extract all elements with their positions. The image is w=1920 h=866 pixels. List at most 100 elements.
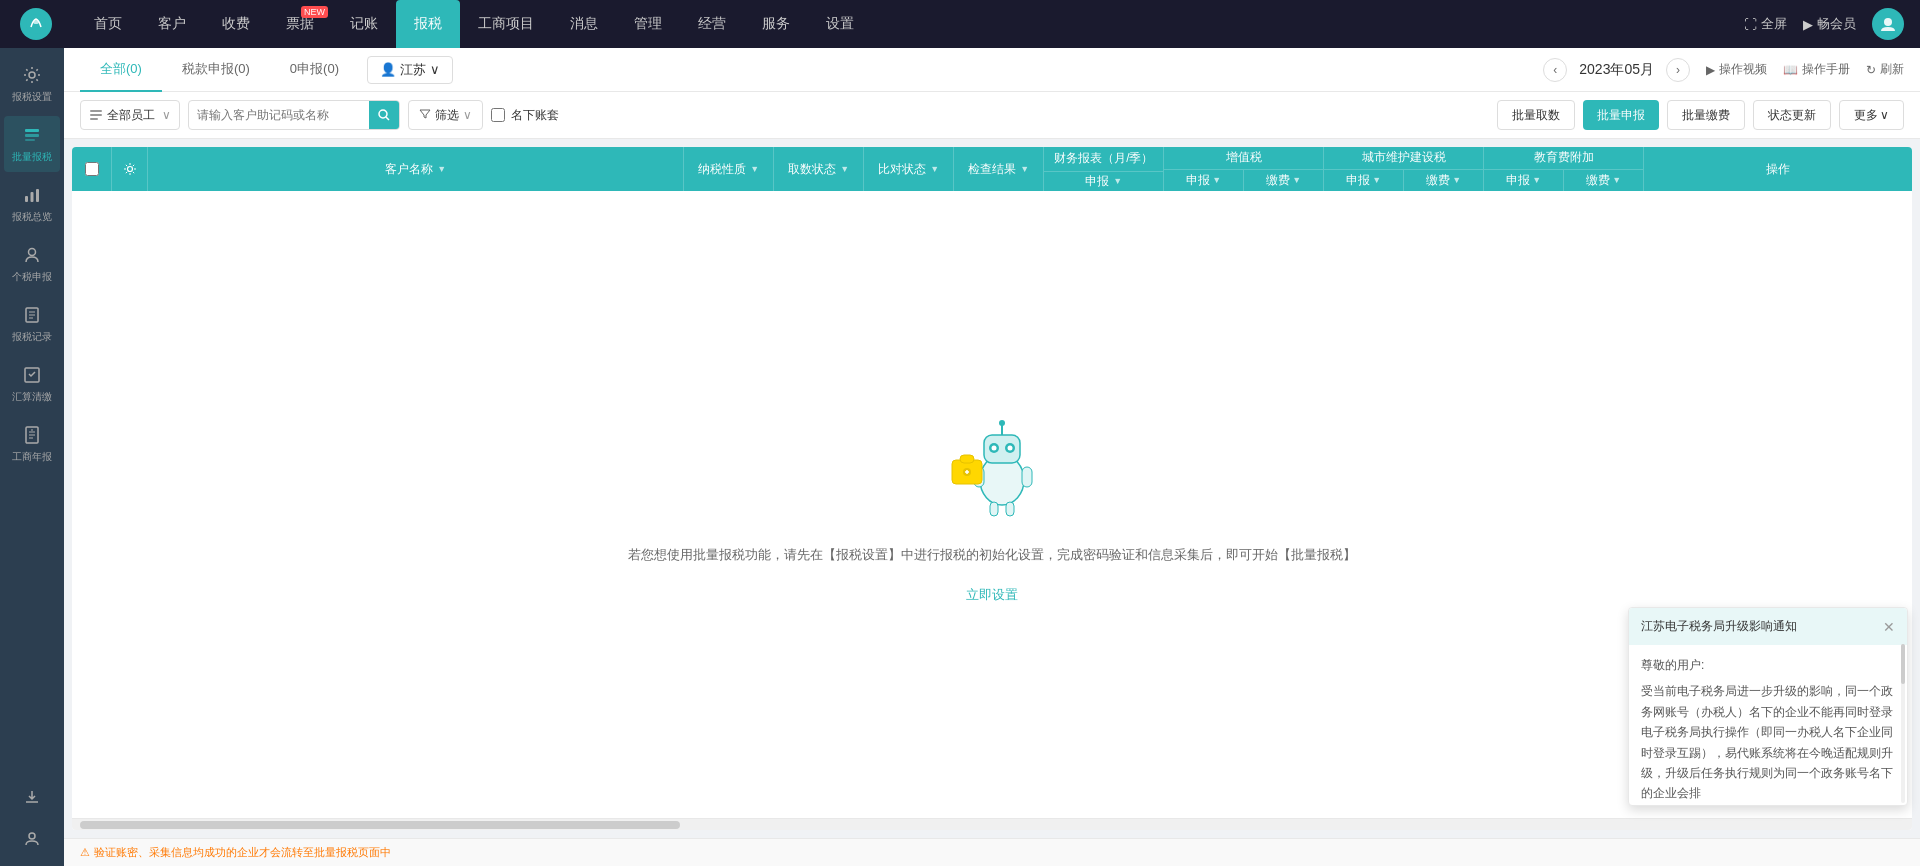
sub-accounts-checkbox[interactable] <box>491 108 505 122</box>
warning-text: 验证账密、采集信息均成功的企业才会流转至批量报税页面中 <box>94 845 391 860</box>
search-input-field[interactable] <box>189 108 369 122</box>
chevron-down-icon: ∨ <box>430 62 440 77</box>
next-month-button[interactable]: › <box>1666 58 1690 82</box>
employee-icon <box>89 107 103 124</box>
nav-fee[interactable]: 收费 <box>204 0 268 48</box>
tab-all[interactable]: 全部(0) <box>80 48 162 92</box>
sidebar-item-personal-tax[interactable]: 个税申报 <box>4 236 60 292</box>
th-vat-declare: 申报 ▼ <box>1164 170 1244 192</box>
sidebar-item-annual-settlement[interactable]: 汇算清缴 <box>4 356 60 412</box>
th-city-construction: 城市维护建设税 申报 ▼ 缴费 ▼ <box>1324 147 1484 191</box>
th-edu-sub: 申报 ▼ 缴费 ▼ <box>1484 170 1643 192</box>
notification-panel: 江苏电子税务局升级影响通知 ✕ 尊敬的用户: 受当前电子税务局进一步升级的影响，… <box>1628 607 1908 806</box>
fetch-sort-icon: ▼ <box>840 164 849 174</box>
nav-customer[interactable]: 客户 <box>140 0 204 48</box>
sidebar-item-annual-report[interactable]: 工商年报 <box>4 416 60 472</box>
province-selector[interactable]: 👤 江苏 ∨ <box>367 56 453 84</box>
new-badge: NEW <box>301 6 328 18</box>
sidebar-item-download[interactable] <box>4 778 60 816</box>
annual-report-icon <box>21 424 43 446</box>
svg-point-3 <box>29 72 35 78</box>
svg-rect-34 <box>1006 502 1014 516</box>
vip-button[interactable]: ▶ 畅会员 <box>1803 15 1856 33</box>
sidebar-label-annual-settlement: 汇算清缴 <box>12 390 52 404</box>
tabs-bar: 全部(0) 税款申报(0) 0申报(0) 👤 江苏 ∨ ‹ 2023年05月 ›… <box>64 48 1920 92</box>
svg-point-25 <box>1008 446 1013 451</box>
nav-bizproject[interactable]: 工商项目 <box>460 0 552 48</box>
prev-month-button[interactable]: ‹ <box>1543 58 1567 82</box>
notification-scrollbar[interactable] <box>1901 644 1905 803</box>
refresh-button[interactable]: ↻ 刷新 <box>1866 61 1904 78</box>
svg-point-1 <box>33 20 39 24</box>
annual-settlement-icon <box>21 364 43 386</box>
setup-link[interactable]: 立即设置 <box>966 586 1018 604</box>
tax-settings-icon <box>21 64 43 86</box>
logo[interactable] <box>16 4 56 44</box>
th-compare-status: 比对状态 ▼ <box>864 147 954 191</box>
employee-label: 全部员工 <box>107 107 155 124</box>
refresh-icon: ↻ <box>1866 63 1876 77</box>
notification-close-button[interactable]: ✕ <box>1883 619 1895 635</box>
filter-label: 筛选 <box>435 107 459 124</box>
svg-rect-6 <box>25 139 35 141</box>
nav-home[interactable]: 首页 <box>76 0 140 48</box>
operation-video-button[interactable]: ▶ 操作视频 <box>1706 61 1767 78</box>
nav-bill[interactable]: 票据 NEW <box>268 0 332 48</box>
nav-business[interactable]: 经营 <box>680 0 744 48</box>
th-gear-col[interactable] <box>112 147 148 191</box>
sub-accounts-label: 名下账套 <box>511 107 559 124</box>
notification-scrollbar-thumb[interactable] <box>1901 644 1905 684</box>
sidebar-item-tax-overview[interactable]: 报税总览 <box>4 176 60 232</box>
sidebar-item-tax-settings[interactable]: 报税设置 <box>4 56 60 112</box>
status-update-button[interactable]: 状态更新 <box>1753 100 1831 130</box>
batch-pay-button[interactable]: 批量缴费 <box>1667 100 1745 130</box>
sidebar-item-batch-tax[interactable]: 批量报税 <box>4 116 60 172</box>
bottom-bar: ⚠ 验证账密、采集信息均成功的企业才会流转至批量报税页面中 <box>64 838 1920 866</box>
sidebar: 报税设置 批量报税 报税总览 <box>0 48 64 866</box>
fullscreen-button[interactable]: ⛶ 全屏 <box>1744 15 1787 33</box>
nav-settings[interactable]: 设置 <box>808 0 872 48</box>
employee-chevron-icon: ∨ <box>162 108 171 122</box>
nav-right-actions: ⛶ 全屏 ▶ 畅会员 <box>1744 8 1904 40</box>
nav-message[interactable]: 消息 <box>552 0 616 48</box>
tabs-right-actions: ▶ 操作视频 📖 操作手册 ↻ 刷新 <box>1706 61 1904 78</box>
th-vat: 增值税 申报 ▼ 缴费 ▼ <box>1164 147 1324 191</box>
operation-manual-button[interactable]: 📖 操作手册 <box>1783 61 1850 78</box>
more-button[interactable]: 更多 ∨ <box>1839 100 1904 130</box>
sidebar-label-tax-records: 报税记录 <box>12 330 52 344</box>
svg-rect-9 <box>36 189 39 202</box>
search-button[interactable] <box>369 100 399 130</box>
th-fetch-status: 取数状态 ▼ <box>774 147 864 191</box>
nav-tax[interactable]: 报税 <box>396 0 460 48</box>
batch-fetch-button[interactable]: 批量取数 <box>1497 100 1575 130</box>
horizontal-scrollbar[interactable] <box>72 818 1912 830</box>
select-all-checkbox[interactable] <box>85 162 99 176</box>
sidebar-label-personal-tax: 个税申报 <box>12 270 52 284</box>
tab-tax-declare[interactable]: 税款申报(0) <box>162 48 270 92</box>
svg-rect-7 <box>25 196 28 202</box>
nav-bookkeep[interactable]: 记账 <box>332 0 396 48</box>
svg-rect-8 <box>31 192 34 202</box>
filter-chevron-icon: ∨ <box>463 108 472 122</box>
batch-tax-icon <box>21 124 43 146</box>
svg-rect-31 <box>960 455 974 463</box>
svg-rect-16 <box>90 114 102 116</box>
batch-declare-button[interactable]: 批量申报 <box>1583 100 1659 130</box>
sidebar-item-tax-records[interactable]: 报税记录 <box>4 296 60 352</box>
th-check-result: 检查结果 ▼ <box>954 147 1044 191</box>
svg-point-27 <box>999 420 1005 426</box>
nav-manage[interactable]: 管理 <box>616 0 680 48</box>
sort-icon: ▼ <box>437 164 446 174</box>
filter-button[interactable]: 筛选 ∨ <box>408 100 483 130</box>
sidebar-label-tax-settings: 报税设置 <box>12 90 52 104</box>
employee-select[interactable]: 全部员工 ∨ <box>80 100 180 130</box>
scrollbar-thumb[interactable] <box>80 821 680 829</box>
more-chevron-icon: ∨ <box>1880 108 1889 122</box>
nav-service[interactable]: 服务 <box>744 0 808 48</box>
user-avatar[interactable] <box>1872 8 1904 40</box>
svg-rect-15 <box>90 110 102 112</box>
video-icon: ▶ <box>1706 63 1715 77</box>
tab-zero-declare[interactable]: 0申报(0) <box>270 48 359 92</box>
sidebar-item-user[interactable] <box>4 820 60 858</box>
th-edu-label: 教育费附加 <box>1484 147 1643 170</box>
